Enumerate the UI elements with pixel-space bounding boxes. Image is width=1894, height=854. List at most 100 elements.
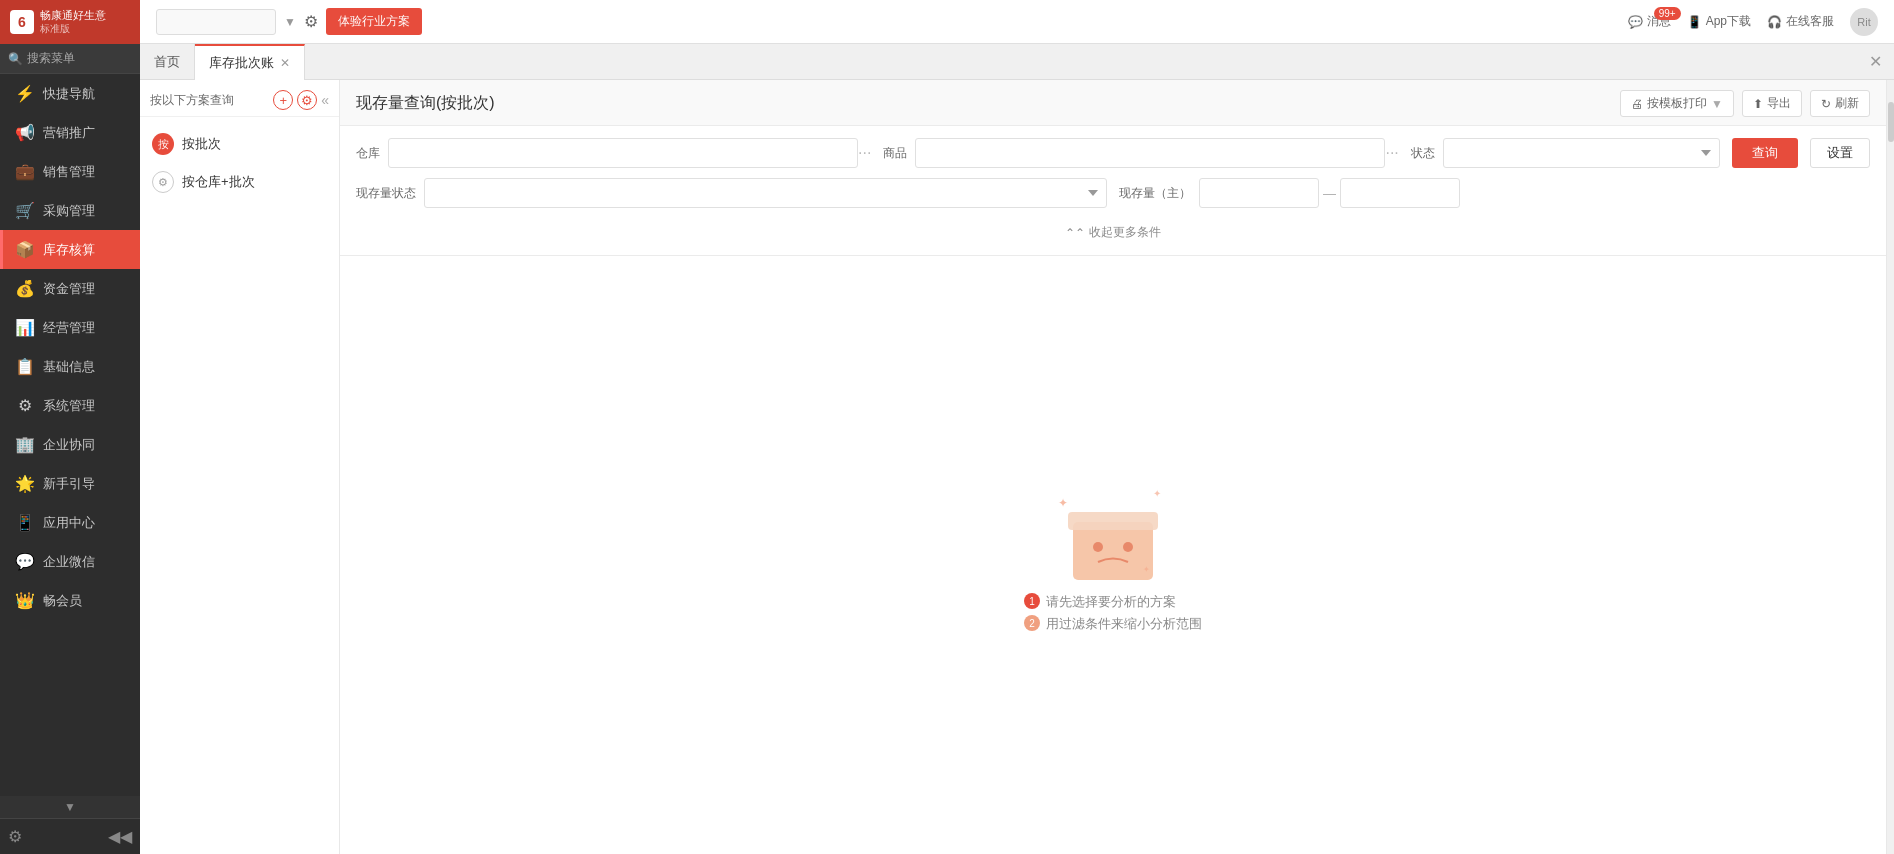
footer-settings-icon[interactable]: ⚙ <box>8 827 22 846</box>
plan-label-batch: 按批次 <box>182 135 221 153</box>
sidebar-item-label: 基础信息 <box>43 358 95 376</box>
main-area: ▼ ⚙ 体验行业方案 💬 消息 99+ 📱 App下载 🎧 在线客服 Rit <box>140 0 1894 854</box>
sidebar-item-wechat[interactable]: 💬 企业微信 <box>0 542 140 581</box>
headset-icon: 🎧 <box>1767 15 1782 29</box>
sales-icon: 💼 <box>15 162 35 181</box>
print-dropdown-arrow: ▼ <box>1711 97 1723 111</box>
company-name: 畅康通好生意 <box>40 8 106 22</box>
top-search-input[interactable] <box>156 9 276 35</box>
app-center-icon: 📱 <box>15 513 35 532</box>
top-dropdown-arrow[interactable]: ▼ <box>284 15 296 29</box>
sidebar-item-finance[interactable]: 💰 资金管理 <box>0 269 140 308</box>
sidebar-item-label: 营销推广 <box>43 124 95 142</box>
product-dots-btn[interactable]: ··· <box>1385 144 1398 162</box>
plan-label-warehouse-batch: 按仓库+批次 <box>182 173 255 191</box>
message-icon: 💬 <box>1628 15 1643 29</box>
svg-text:✦: ✦ <box>1058 496 1068 510</box>
add-plan-btn[interactable]: + <box>273 90 293 110</box>
online-service-label: 在线客服 <box>1786 13 1834 30</box>
svg-rect-0 <box>1073 522 1153 580</box>
plan-settings-btn[interactable]: ⚙ <box>297 90 317 110</box>
sidebar-item-purchase[interactable]: 🛒 采购管理 <box>0 191 140 230</box>
top-header-right: 💬 消息 99+ 📱 App下载 🎧 在线客服 Rit <box>1628 8 1878 36</box>
collapse-conditions-label: 收起更多条件 <box>1089 224 1161 241</box>
top-header: ▼ ⚙ 体验行业方案 💬 消息 99+ 📱 App下载 🎧 在线客服 Rit <box>140 0 1894 44</box>
online-service-item[interactable]: 🎧 在线客服 <box>1767 13 1834 30</box>
marketing-icon: 📢 <box>15 123 35 142</box>
right-content: 现存量查询(按批次) 🖨 按模板打印 ▼ ⬆ 导出 ↻ 刷新 <box>340 80 1886 854</box>
plan-icon-batch: 按 <box>152 133 174 155</box>
left-panel-collapse-btn[interactable]: « <box>321 92 329 108</box>
tab-inventory-batch-label: 库存批次账 <box>209 54 274 72</box>
sidebar-header: 6 畅康通好生意 标准版 <box>0 0 140 44</box>
sidebar-item-label: 企业微信 <box>43 553 95 571</box>
sidebar-item-guide[interactable]: 🌟 新手引导 <box>0 464 140 503</box>
top-header-left: ▼ ⚙ 体验行业方案 <box>156 8 422 35</box>
inventory-qty-min-input[interactable] <box>1199 178 1319 208</box>
status-label: 状态 <box>1411 145 1435 162</box>
tab-home-label: 首页 <box>154 53 180 71</box>
refresh-btn[interactable]: ↻ 刷新 <box>1810 90 1870 117</box>
content-area: 按以下方案查询 + ⚙ « 按 按批次 ⚙ 按仓库+批次 <box>140 80 1894 854</box>
sidebar-item-members[interactable]: 👑 畅会员 <box>0 581 140 620</box>
status-select[interactable] <box>1443 138 1720 168</box>
messages-badge: 99+ <box>1654 7 1681 20</box>
sidebar-footer: ⚙ ◀◀ <box>0 818 140 854</box>
svg-point-2 <box>1093 542 1103 552</box>
filter-row-2: 现存量状态 现存量（主） — <box>356 178 1870 208</box>
export-btn[interactable]: ⬆ 导出 <box>1742 90 1802 117</box>
sidebar-item-label: 经营管理 <box>43 319 95 337</box>
collapse-conditions-btn[interactable]: ⌃⌃ 收起更多条件 <box>356 218 1870 243</box>
inventory-status-select[interactable] <box>424 178 1107 208</box>
footer-collapse-icon[interactable]: ◀◀ <box>108 827 132 846</box>
sidebar-search[interactable]: 🔍 搜索菜单 <box>0 44 140 74</box>
filter-settings-btn[interactable]: 设置 <box>1810 138 1870 168</box>
inventory-qty-label: 现存量（主） <box>1119 185 1191 202</box>
refresh-icon: ↻ <box>1821 97 1831 111</box>
warehouse-field: 仓库 ··· <box>356 138 871 168</box>
experience-btn[interactable]: 体验行业方案 <box>326 8 422 35</box>
company-info: 畅康通好生意 标准版 <box>40 8 106 36</box>
sidebar-item-operations[interactable]: 📊 经营管理 <box>0 308 140 347</box>
quick-nav-icon: ⚡ <box>15 84 35 103</box>
warehouse-input[interactable] <box>388 138 858 168</box>
system-icon: ⚙ <box>15 396 35 415</box>
plan-item-warehouse-batch[interactable]: ⚙ 按仓库+批次 <box>140 163 339 201</box>
top-gear-icon[interactable]: ⚙ <box>304 12 318 31</box>
user-item[interactable]: Rit <box>1850 8 1878 36</box>
tab-inventory-batch[interactable]: 库存批次账 ✕ <box>195 44 305 80</box>
inventory-qty-max-input[interactable] <box>1340 178 1460 208</box>
sidebar-scroll-down[interactable]: ▼ <box>0 796 140 818</box>
phone-icon: 📱 <box>1687 15 1702 29</box>
sidebar-item-sales[interactable]: 💼 销售管理 <box>0 152 140 191</box>
sidebar-item-marketing[interactable]: 📢 营销推广 <box>0 113 140 152</box>
finance-icon: 💰 <box>15 279 35 298</box>
sidebar-item-label: 库存核算 <box>43 241 95 259</box>
empty-tip-1: 1 请先选择要分析的方案 <box>1024 593 1202 611</box>
search-label: 搜索菜单 <box>27 50 75 67</box>
right-scrollbar[interactable] <box>1886 80 1894 854</box>
svg-text:✦: ✦ <box>1153 488 1161 499</box>
sidebar-item-label: 企业协同 <box>43 436 95 454</box>
sidebar-item-system[interactable]: ⚙ 系统管理 <box>0 386 140 425</box>
product-field: 商品 ··· <box>883 138 1398 168</box>
product-input[interactable] <box>915 138 1385 168</box>
query-btn[interactable]: 查询 <box>1732 138 1798 168</box>
filter-area: 仓库 ··· 商品 ··· 状态 查询 <box>340 126 1886 256</box>
print-btn[interactable]: 🖨 按模板打印 ▼ <box>1620 90 1734 117</box>
sidebar-item-basic-info[interactable]: 📋 基础信息 <box>0 347 140 386</box>
messages-item[interactable]: 💬 消息 99+ <box>1628 13 1671 30</box>
inventory-qty-field: 现存量（主） — <box>1119 178 1870 208</box>
app-download-label: App下载 <box>1706 13 1751 30</box>
sidebar-item-enterprise[interactable]: 🏢 企业协同 <box>0 425 140 464</box>
app-logo: 6 <box>10 10 34 34</box>
tab-home[interactable]: 首页 <box>140 44 195 80</box>
sidebar-item-quick-nav[interactable]: ⚡ 快捷导航 <box>0 74 140 113</box>
tab-close-icon[interactable]: ✕ <box>280 57 290 69</box>
plan-item-batch[interactable]: 按 按批次 <box>140 125 339 163</box>
app-download-item[interactable]: 📱 App下载 <box>1687 13 1751 30</box>
sidebar-item-app-center[interactable]: 📱 应用中心 <box>0 503 140 542</box>
tab-close-all-icon[interactable]: ✕ <box>1857 52 1894 71</box>
sidebar-item-inventory[interactable]: 📦 库存核算 <box>0 230 140 269</box>
warehouse-dots-btn[interactable]: ··· <box>858 144 871 162</box>
